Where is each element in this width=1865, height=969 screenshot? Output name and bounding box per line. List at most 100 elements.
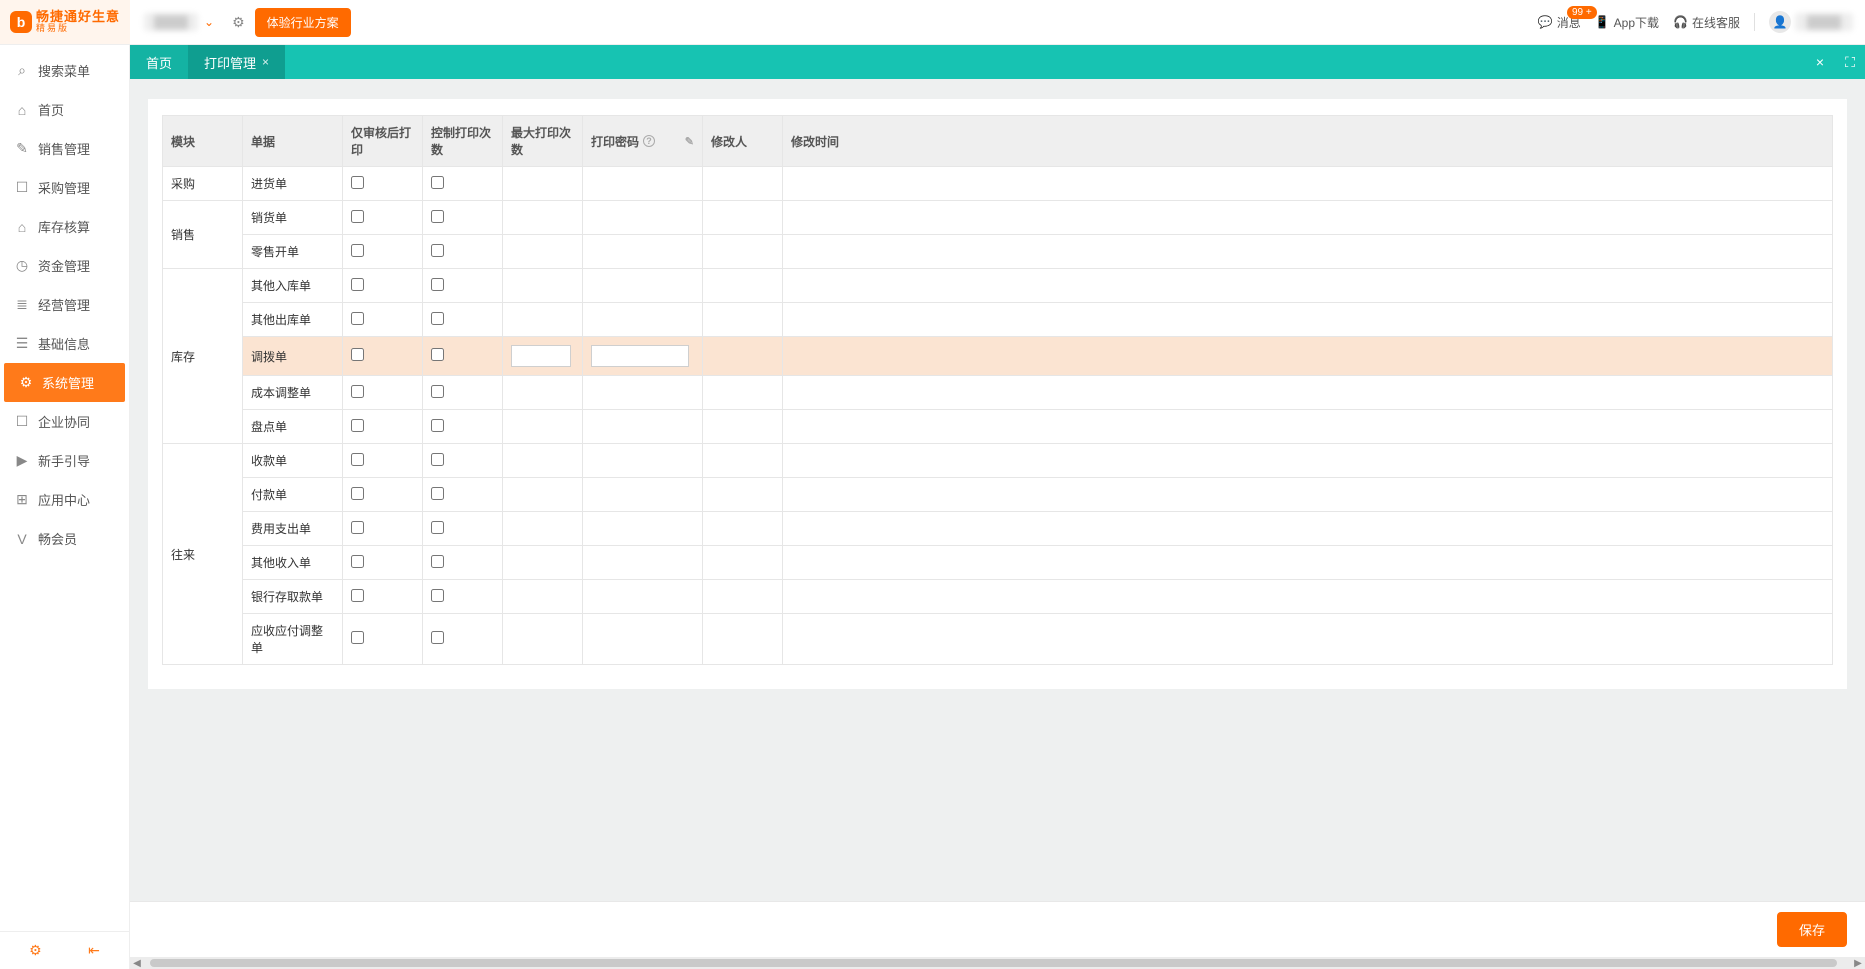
close-icon[interactable]: × [262, 55, 269, 69]
sidebar-item-appcenter[interactable]: ⊞应用中心 [0, 480, 129, 519]
control-count-checkbox[interactable] [431, 385, 444, 398]
sidebar-item-operation-label: 经营管理 [38, 295, 90, 314]
control-count-checkbox[interactable] [431, 589, 444, 602]
only-audited-checkbox[interactable] [351, 487, 364, 500]
sidebar-item-vip[interactable]: V畅会员 [0, 519, 129, 558]
table-row[interactable]: 库存其他入库单 [163, 269, 1833, 303]
only-audited-checkbox[interactable] [351, 278, 364, 291]
sidebar-item-fund[interactable]: ◷资金管理 [0, 246, 129, 285]
table-row[interactable]: 应收应付调整单 [163, 614, 1833, 665]
control-count-checkbox[interactable] [431, 555, 444, 568]
print-management-panel: 模块 单据 仅审核后打印 控制打印次数 最大打印次数 打印密码 ? ✎ [148, 99, 1847, 689]
control-count-checkbox[interactable] [431, 176, 444, 189]
modify-time-cell [783, 546, 1833, 580]
control-count-cell [423, 303, 503, 337]
only-audited-checkbox[interactable] [351, 631, 364, 644]
sidebar-item-guide-icon: ▶ [14, 452, 30, 469]
sidebar-item-guide[interactable]: ▶新手引导 [0, 441, 129, 480]
only-audited-checkbox[interactable] [351, 419, 364, 432]
phone-icon: 📱 [1595, 15, 1610, 29]
only-audited-checkbox[interactable] [351, 348, 364, 361]
table-row[interactable]: 其他出库单 [163, 303, 1833, 337]
fullscreen-icon[interactable]: ⛶ [1835, 54, 1865, 71]
only-audited-checkbox[interactable] [351, 385, 364, 398]
chat-icon: 💬 [1538, 15, 1553, 29]
only-audited-checkbox[interactable] [351, 312, 364, 325]
horizontal-scrollbar[interactable]: ◀ ▶ [130, 957, 1865, 969]
sidebar-item-sales[interactable]: ✎销售管理 [0, 129, 129, 168]
sidebar-item-purchase[interactable]: ☐采购管理 [0, 168, 129, 207]
sidebar-item-inventory[interactable]: ⌂库存核算 [0, 207, 129, 246]
sidebar-item-collab[interactable]: ☐企业协同 [0, 402, 129, 441]
scroll-right-icon[interactable]: ▶ [1851, 958, 1865, 969]
only-audited-cell [343, 478, 423, 512]
sidebar-item-system[interactable]: ⚙系统管理 [4, 363, 125, 402]
only-audited-checkbox[interactable] [351, 521, 364, 534]
control-count-checkbox[interactable] [431, 419, 444, 432]
only-audited-checkbox[interactable] [351, 244, 364, 257]
max-count-input[interactable] [511, 345, 571, 367]
only-audited-checkbox[interactable] [351, 210, 364, 223]
control-count-checkbox[interactable] [431, 631, 444, 644]
only-audited-checkbox[interactable] [351, 453, 364, 466]
only-audited-checkbox[interactable] [351, 589, 364, 602]
online-service-button[interactable]: 🎧 在线客服 [1673, 14, 1740, 31]
sidebar-item-operation[interactable]: ≣经营管理 [0, 285, 129, 324]
max-count-cell [503, 303, 583, 337]
org-selector[interactable]: ████ ⌄ [144, 13, 214, 31]
modifier-cell [703, 546, 783, 580]
only-audited-cell [343, 546, 423, 580]
control-count-checkbox[interactable] [431, 487, 444, 500]
user-menu[interactable]: 👤 ████ [1769, 11, 1853, 33]
password-input[interactable] [591, 345, 689, 367]
sidebar-item-basic[interactable]: ☰基础信息 [0, 324, 129, 363]
modifier-cell [703, 614, 783, 665]
message-badge: 99 + [1567, 6, 1597, 19]
control-count-cell [423, 512, 503, 546]
close-all-tabs-icon[interactable]: × [1805, 54, 1835, 70]
sidebar-item-home[interactable]: ⌂首页 [0, 90, 129, 129]
help-icon[interactable]: ? [643, 135, 655, 147]
table-row[interactable]: 付款单 [163, 478, 1833, 512]
only-audited-checkbox[interactable] [351, 176, 364, 189]
gear-icon[interactable]: ⚙ [232, 14, 245, 31]
table-row[interactable]: 调拨单 [163, 337, 1833, 376]
max-count-cell [503, 478, 583, 512]
control-count-checkbox[interactable] [431, 210, 444, 223]
control-count-checkbox[interactable] [431, 278, 444, 291]
tab-home[interactable]: 首页 [130, 45, 188, 79]
table-row[interactable]: 采购进货单 [163, 167, 1833, 201]
control-count-checkbox[interactable] [431, 244, 444, 257]
table-row[interactable]: 费用支出单 [163, 512, 1833, 546]
header-password: 打印密码 ? ✎ [583, 116, 703, 167]
message-button[interactable]: 💬 消息 99 + [1538, 14, 1581, 31]
tab-print-management[interactable]: 打印管理 × [188, 45, 285, 79]
table-row[interactable]: 往来收款单 [163, 444, 1833, 478]
app-download-button[interactable]: 📱 App下载 [1595, 14, 1659, 31]
control-count-checkbox[interactable] [431, 453, 444, 466]
save-button[interactable]: 保存 [1777, 912, 1847, 947]
control-count-checkbox[interactable] [431, 312, 444, 325]
table-row[interactable]: 销售销货单 [163, 201, 1833, 235]
table-row[interactable]: 盘点单 [163, 410, 1833, 444]
table-row[interactable]: 零售开单 [163, 235, 1833, 269]
scroll-thumb[interactable] [150, 959, 1837, 967]
control-count-checkbox[interactable] [431, 348, 444, 361]
scroll-left-icon[interactable]: ◀ [130, 958, 144, 969]
settings-icon[interactable]: ⚙ [29, 942, 42, 959]
divider [1754, 13, 1755, 31]
max-count-cell [503, 614, 583, 665]
header-doc: 单据 [243, 116, 343, 167]
sidebar-item-search[interactable]: ⌕搜索菜单 [0, 51, 129, 90]
modify-time-cell [783, 478, 1833, 512]
control-count-checkbox[interactable] [431, 521, 444, 534]
edit-icon[interactable]: ✎ [685, 135, 694, 148]
table-row[interactable]: 成本调整单 [163, 376, 1833, 410]
table-row[interactable]: 其他收入单 [163, 546, 1833, 580]
try-industry-button[interactable]: 体验行业方案 [255, 8, 351, 37]
module-cell: 往来 [163, 444, 243, 665]
only-audited-checkbox[interactable] [351, 555, 364, 568]
sidebar: ⌕搜索菜单⌂首页✎销售管理☐采购管理⌂库存核算◷资金管理≣经营管理☰基础信息⚙系… [0, 45, 130, 969]
table-row[interactable]: 银行存取款单 [163, 580, 1833, 614]
collapse-icon[interactable]: ⇤ [88, 942, 100, 959]
